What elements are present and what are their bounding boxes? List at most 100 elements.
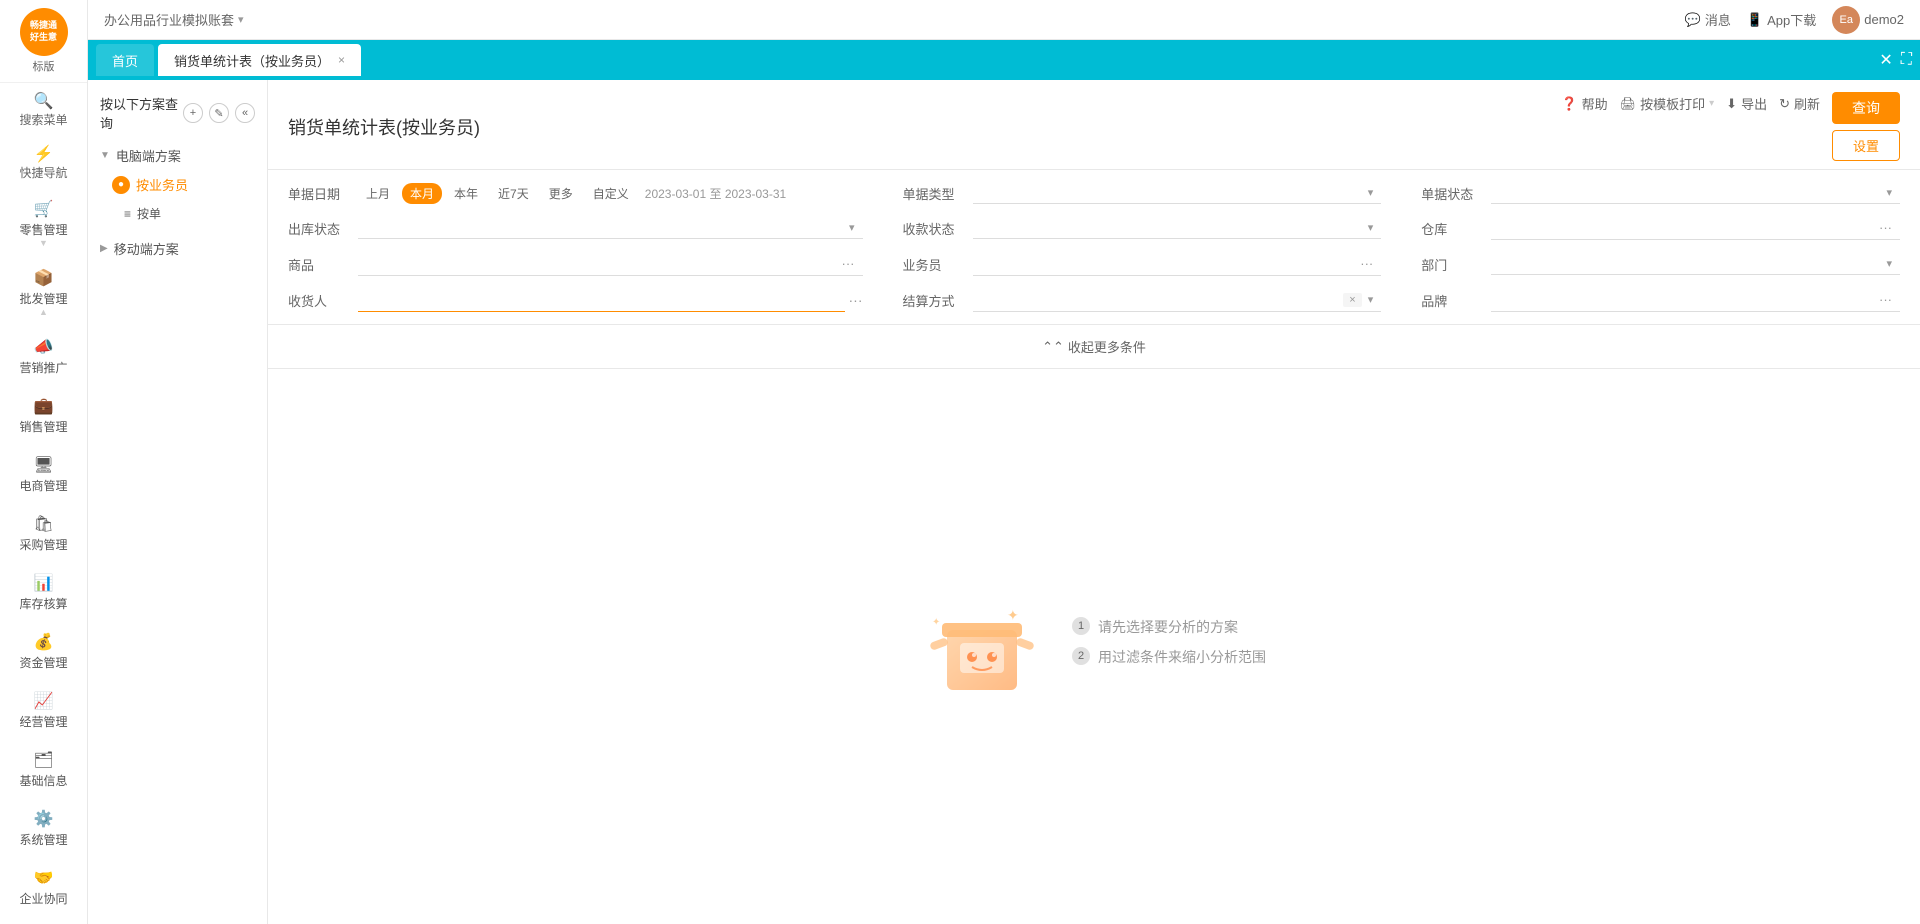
date-tab-last-month[interactable]: 上月 — [358, 183, 398, 204]
page-title-bar: 销货单统计表(按业务员) ❓ 帮助 🖨 按模板打印 ▾ — [268, 80, 1920, 170]
scheme-add-btn[interactable]: + — [183, 103, 203, 123]
date-filter-control: 上月 本月 本年 近7天 更多 自定义 2023-03-01 至 2023-03… — [358, 183, 786, 204]
doc-status-select[interactable]: ▾ — [1491, 182, 1900, 204]
scheme-mobile-group-header[interactable]: ▶ 移动端方案 — [88, 235, 267, 262]
topbar-right: 💬 消息 📱 App下载 Ea demo2 — [1685, 6, 1904, 34]
salesperson-dots[interactable]: ··· — [1360, 256, 1373, 271]
out-status-select[interactable]: ▾ — [358, 217, 863, 239]
app-download-btn[interactable]: 📱 App下载 — [1747, 10, 1816, 29]
messages-btn[interactable]: 💬 消息 — [1685, 10, 1731, 29]
sidebar-item-inventory[interactable]: 📊 库存核算 — [0, 563, 87, 622]
date-tab-custom[interactable]: 自定义 — [585, 183, 637, 204]
marketing-icon: 📣 — [34, 337, 54, 357]
empty-tip-2: 2 用过滤条件来缩小分析范围 — [1072, 647, 1266, 667]
help-btn[interactable]: ❓ 帮助 — [1561, 94, 1607, 113]
sidebar-item-marketing[interactable]: 📣 营销推广 — [0, 327, 87, 386]
tab-close-icon[interactable]: × — [338, 53, 345, 67]
doc-type-select[interactable]: ▾ — [973, 182, 1382, 204]
receiver-input[interactable] — [358, 288, 845, 312]
quick-nav[interactable]: ⚡ 快捷导航 — [0, 136, 87, 189]
goods-select[interactable]: ··· — [358, 252, 863, 276]
sidebar-item-ecommerce[interactable]: 🖥 电商管理 — [0, 445, 87, 504]
dropdown-arrow-icon: ▾ — [238, 13, 244, 26]
maximize-icon[interactable]: ⛶ — [1901, 51, 1912, 69]
account-selector[interactable]: 办公用品行业模拟账套 ▾ — [104, 10, 244, 29]
sidebar-item-wholesale[interactable]: 📦 批发管理 ▲ — [0, 258, 87, 327]
brand-select[interactable]: ··· — [1491, 288, 1900, 312]
date-tab-this-month[interactable]: 本月 — [402, 183, 442, 204]
filter-warehouse: 仓库 ··· — [1421, 216, 1900, 240]
payment-select[interactable]: × ▾ — [973, 289, 1382, 312]
brand-dots[interactable]: ··· — [1879, 292, 1892, 307]
query-button[interactable]: 查询 — [1832, 92, 1900, 124]
empty-tip-1: 1 请先选择要分析的方案 — [1072, 617, 1266, 637]
print-btn[interactable]: 🖨 按模板打印 ▾ — [1620, 94, 1715, 113]
sidebar-item-retail[interactable]: 🛒 零售管理 ▼ — [0, 189, 87, 258]
scheme-panel: 按以下方案查询 + ✎ « ▼ 电脑端方案 ● 按业务员 ≡ 按单 — [88, 80, 268, 924]
sidebar-item-system[interactable]: ⚙️ 系统管理 — [0, 799, 87, 858]
filter-doc-type: 单据类型 ▾ — [903, 182, 1382, 204]
out-status-arrow-icon: ▾ — [849, 221, 855, 234]
scheme-item-by-order[interactable]: ≡ 按单 — [88, 200, 267, 227]
sidebar-item-newbie[interactable]: 🎯 新手引导 — [0, 917, 87, 924]
sales-icon: 💼 — [34, 396, 54, 416]
page-title-row: 销货单统计表(按业务员) ❓ 帮助 🖨 按模板打印 ▾ — [288, 92, 1900, 161]
sidebar-item-purchase[interactable]: 🛍 采购管理 — [0, 504, 87, 563]
warehouse-select[interactable]: ··· — [1491, 216, 1900, 240]
empty-tips: 1 请先选择要分析的方案 2 用过滤条件来缩小分析范围 — [1072, 617, 1266, 677]
date-tab-this-year[interactable]: 本年 — [446, 183, 486, 204]
tab-sales-report[interactable]: 销货单统计表（按业务员） × — [158, 44, 361, 76]
collect-status-arrow-icon: ▾ — [1368, 221, 1374, 234]
enterprise-icon: 🤝 — [34, 868, 54, 888]
wholesale-icon: 📦 — [34, 268, 54, 288]
sidebar-item-finance[interactable]: 💰 资金管理 — [0, 622, 87, 681]
basic-icon: 🗂 — [33, 750, 53, 770]
scheme-desktop-group-header[interactable]: ▼ 电脑端方案 — [88, 142, 267, 169]
date-tab-more[interactable]: 更多 — [541, 183, 581, 204]
filter-area: 单据日期 上月 本月 本年 近7天 更多 自定义 2023-03-01 至 20… — [268, 170, 1920, 325]
search-menu[interactable]: 🔍 搜索菜单 — [0, 83, 87, 136]
tab-home[interactable]: 首页 — [96, 44, 154, 76]
close-window-icon[interactable]: ✕ — [1879, 50, 1892, 70]
setting-button[interactable]: 设置 — [1832, 130, 1900, 161]
date-label: 单据日期 — [288, 184, 358, 203]
retail-icon: 🛒 — [34, 199, 54, 219]
filter-goods: 商品 ··· — [288, 252, 863, 276]
system-icon: ⚙️ — [34, 809, 54, 829]
refresh-btn[interactable]: ↻ 刷新 — [1779, 94, 1820, 113]
goods-dots[interactable]: ··· — [842, 256, 855, 271]
filter-brand: 品牌 ··· — [1421, 288, 1900, 312]
help-icon: ❓ — [1561, 96, 1577, 112]
salesperson-select[interactable]: ··· — [973, 252, 1382, 276]
sidebar-item-operation[interactable]: 📈 经营管理 — [0, 681, 87, 740]
data-area: ✦ ✦ 1 请先选择要分析的方案 2 用过滤条件来缩小分析范围 — [268, 369, 1920, 924]
payment-arrow-icon: ▾ — [1368, 293, 1374, 306]
tabs-actions: ✕ ⛶ — [1879, 50, 1912, 70]
payment-tag-close[interactable]: × — [1349, 294, 1355, 306]
filter-collect-status: 收款状态 ▾ — [903, 217, 1382, 239]
sidebar-nav: 🛒 零售管理 ▼ 📦 批发管理 ▲ 📣 营销推广 💼 销售管理 🖥 电商管理 🛍… — [0, 189, 87, 924]
collect-status-select[interactable]: ▾ — [973, 217, 1382, 239]
dept-label: 部门 — [1421, 255, 1491, 274]
scheme-header: 按以下方案查询 + ✎ « — [88, 88, 267, 138]
warehouse-dots[interactable]: ··· — [1879, 220, 1892, 235]
sidebar-item-basic[interactable]: 🗂 基础信息 — [0, 740, 87, 799]
sidebar-item-enterprise[interactable]: 🤝 企业协同 — [0, 858, 87, 917]
filter-out-status: 出库状态 ▾ — [288, 217, 863, 239]
refresh-icon: ↻ — [1779, 96, 1790, 112]
dept-select[interactable]: ▾ — [1491, 253, 1900, 275]
export-btn[interactable]: ⬇ 导出 — [1726, 94, 1767, 113]
date-tab-7days[interactable]: 近7天 — [490, 183, 537, 204]
inventory-icon: 📊 — [34, 573, 54, 593]
receiver-dots[interactable]: ··· — [849, 292, 863, 308]
filter-doc-status: 单据状态 ▾ — [1421, 182, 1900, 204]
collapse-btn[interactable]: ⌃⌃ 收起更多条件 — [1030, 333, 1158, 360]
scheme-edit-btn[interactable]: ✎ — [209, 103, 229, 123]
collapse-bar: ⌃⌃ 收起更多条件 — [268, 325, 1920, 369]
scheme-collapse-btn[interactable]: « — [235, 103, 255, 123]
user-profile[interactable]: Ea demo2 — [1832, 6, 1904, 34]
scheme-item-by-salesperson[interactable]: ● 按业务员 — [88, 169, 267, 200]
sidebar-item-sales[interactable]: 💼 销售管理 — [0, 386, 87, 445]
out-status-label: 出库状态 — [288, 219, 358, 238]
print-dropdown-icon: ▾ — [1709, 98, 1714, 109]
